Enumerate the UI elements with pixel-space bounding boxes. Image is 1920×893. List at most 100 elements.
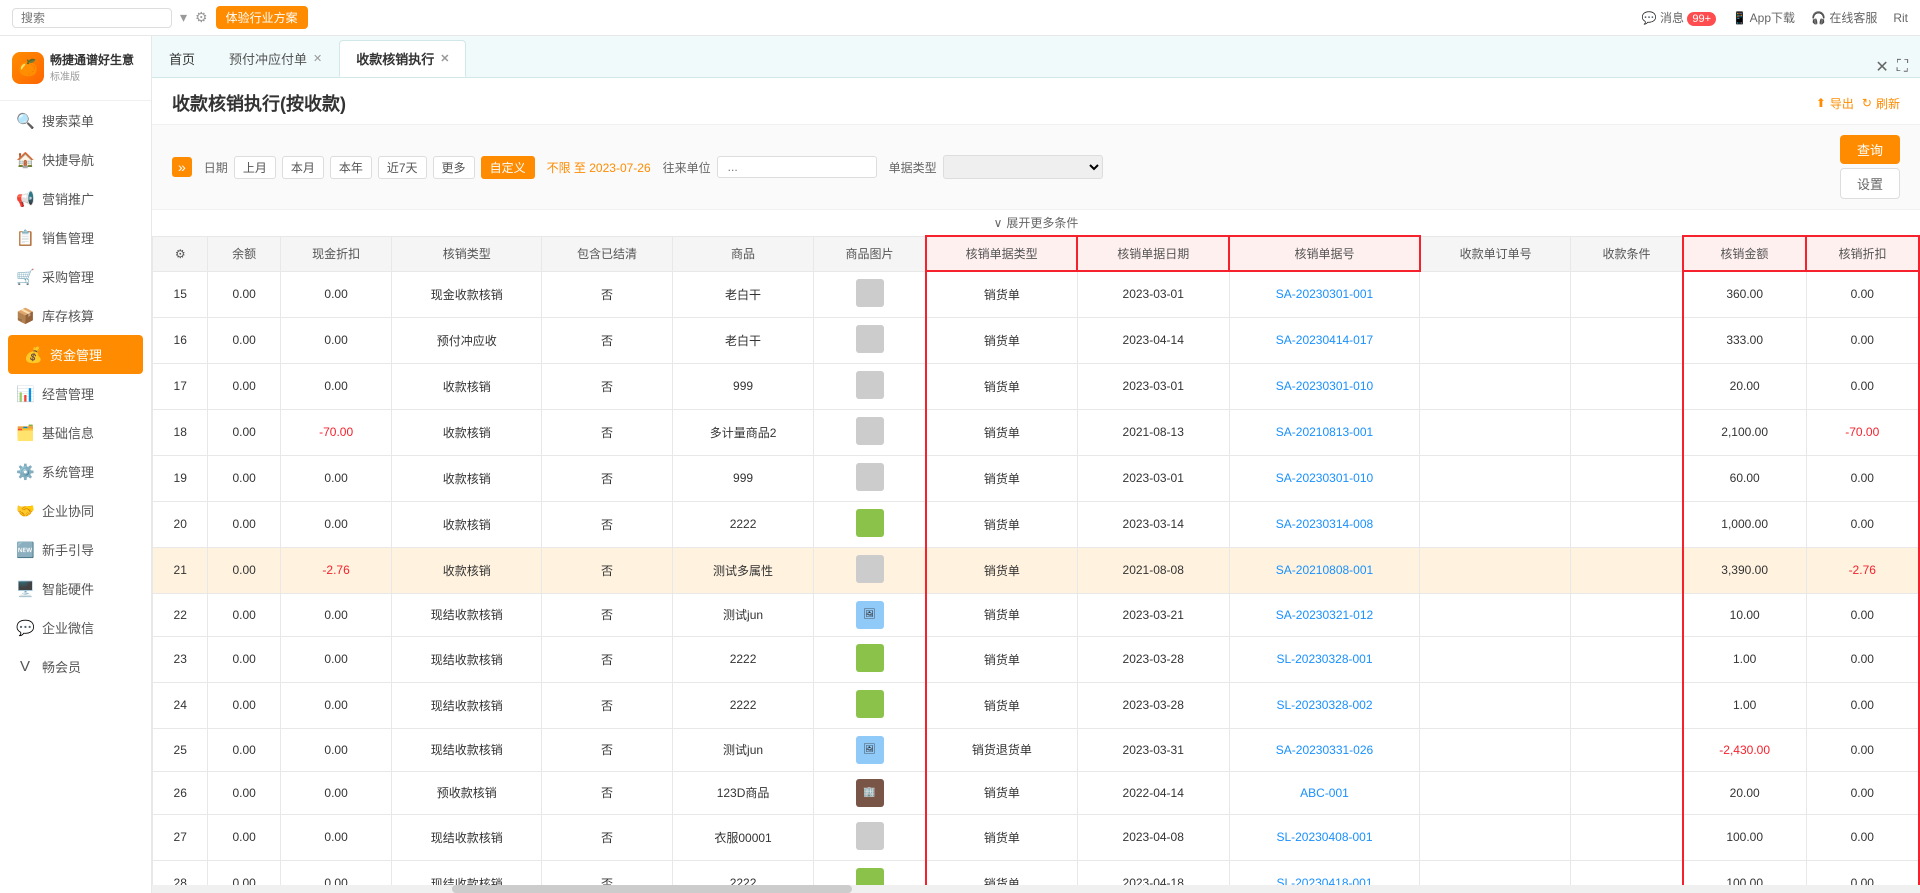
setting-btn[interactable]: 设置 bbox=[1840, 168, 1900, 199]
sidebar-item-wechat[interactable]: 💬 企业微信 bbox=[0, 608, 151, 647]
row-writeoff-type: 收款核销 bbox=[392, 363, 542, 409]
close-window-btn[interactable]: ✕ bbox=[1875, 57, 1888, 77]
row-writeoff-type: 收款核销 bbox=[392, 455, 542, 501]
row-writeoff-amount: 10.00 bbox=[1683, 593, 1806, 636]
date-custom[interactable]: 自定义 bbox=[481, 156, 535, 179]
col-gear[interactable]: ⚙ bbox=[153, 236, 208, 271]
row-writeoff-amount: 1,000.00 bbox=[1683, 501, 1806, 547]
industry-btn[interactable]: 体验行业方案 bbox=[216, 6, 308, 29]
sidebar-item-basic[interactable]: 🗂️ 基础信息 bbox=[0, 413, 151, 452]
date-label: 日期 bbox=[204, 159, 228, 176]
doc-type-select[interactable] bbox=[943, 155, 1103, 179]
sidebar-item-label: 新手引导 bbox=[42, 540, 94, 559]
row-cash-discount: 0.00 bbox=[280, 771, 391, 814]
user-label[interactable]: Rit bbox=[1893, 11, 1908, 25]
export-btn[interactable]: ⬆ 导出 bbox=[1816, 95, 1854, 112]
sidebar-item-label: 企业微信 bbox=[42, 618, 94, 637]
sidebar-item-purchase[interactable]: 🛒 采购管理 bbox=[0, 257, 151, 296]
row-writeoff-no: SA-20230331-026 bbox=[1229, 728, 1420, 771]
row-balance: 0.00 bbox=[208, 455, 281, 501]
finance-icon: 💰 bbox=[24, 346, 42, 364]
sidebar-item-marketing[interactable]: 📢 营销推广 bbox=[0, 179, 151, 218]
row-writeoff-date: 2022-04-14 bbox=[1077, 771, 1229, 814]
row-cash-discount: 0.00 bbox=[280, 636, 391, 682]
sidebar-item-member[interactable]: V 畅会员 bbox=[0, 647, 151, 686]
date-more[interactable]: 更多 bbox=[433, 156, 475, 179]
main-area: 首页 预付冲应付单 ✕ 收款核销执行 ✕ ✕ ⛶ 收款核销执行(按收款) ⬆ 导… bbox=[152, 36, 1920, 893]
sidebar-item-hardware[interactable]: 🖥️ 智能硬件 bbox=[0, 569, 151, 608]
table-row: 20 0.00 0.00 收款核销 否 2222 销货单 2023-03-14 … bbox=[153, 501, 1920, 547]
sidebar-item-guide[interactable]: 🆕 新手引导 bbox=[0, 530, 151, 569]
row-product: 2222 bbox=[672, 501, 813, 547]
app-download-link[interactable]: 📱 App下载 bbox=[1732, 9, 1795, 26]
tab-home[interactable]: 首页 bbox=[152, 40, 212, 77]
scroll-bar[interactable] bbox=[152, 885, 1920, 893]
marketing-icon: 📢 bbox=[16, 190, 34, 208]
sidebar-item-quick[interactable]: 🏠 快捷导航 bbox=[0, 140, 151, 179]
row-writeoff-discount: 0.00 bbox=[1806, 814, 1919, 860]
row-receipt-order-no bbox=[1420, 363, 1571, 409]
partner-input[interactable] bbox=[717, 156, 877, 178]
online-service-link[interactable]: 🎧 在线客服 bbox=[1811, 9, 1877, 26]
row-writeoff-discount: 0.00 bbox=[1806, 317, 1919, 363]
row-product-img bbox=[814, 317, 926, 363]
row-writeoff-no: SA-20210808-001 bbox=[1229, 547, 1420, 593]
row-no: 17 bbox=[153, 363, 208, 409]
message-link[interactable]: 💬 消息 99+ bbox=[1642, 9, 1716, 26]
maximize-btn[interactable]: ⛶ bbox=[1897, 58, 1908, 76]
tab-prepay[interactable]: 预付冲应付单 ✕ bbox=[212, 40, 339, 77]
sidebar-item-sales[interactable]: 📋 销售管理 bbox=[0, 218, 151, 257]
sidebar-item-business[interactable]: 📊 经营管理 bbox=[0, 374, 151, 413]
row-product: 老白干 bbox=[672, 317, 813, 363]
tab-prepay-label: 预付冲应付单 bbox=[229, 49, 307, 68]
date-this-year[interactable]: 本年 bbox=[330, 156, 372, 179]
tab-actions: ✕ ⛶ bbox=[1875, 57, 1920, 77]
row-receipt-order-no bbox=[1420, 636, 1571, 682]
row-no: 21 bbox=[153, 547, 208, 593]
page-header: 收款核销执行(按收款) ⬆ 导出 ↻ 刷新 bbox=[152, 78, 1920, 125]
row-include-settled: 否 bbox=[542, 317, 673, 363]
row-balance: 0.00 bbox=[208, 409, 281, 455]
search-input[interactable] bbox=[12, 8, 172, 28]
filter-doc-type: 单据类型 bbox=[889, 155, 1103, 179]
sidebar-item-search[interactable]: 🔍 搜索菜单 bbox=[0, 101, 151, 140]
row-writeoff-discount: 0.00 bbox=[1806, 636, 1919, 682]
col-cash-discount: 现金折扣 bbox=[280, 236, 391, 271]
date-7days[interactable]: 近7天 bbox=[378, 156, 427, 179]
collapse-btn[interactable]: » bbox=[172, 157, 192, 177]
date-last-month[interactable]: 上月 bbox=[234, 156, 276, 179]
tab-receipt-close[interactable]: ✕ bbox=[440, 52, 449, 65]
query-btn[interactable]: 查询 bbox=[1840, 135, 1900, 164]
filter-partner: 往来单位 bbox=[663, 156, 877, 178]
tab-prepay-close[interactable]: ✕ bbox=[313, 52, 322, 65]
sidebar-item-finance[interactable]: 💰 资金管理 bbox=[8, 335, 143, 374]
sidebar-item-inventory[interactable]: 📦 库存核算 bbox=[0, 296, 151, 335]
sidebar-item-collab[interactable]: 🤝 企业协同 bbox=[0, 491, 151, 530]
collab-icon: 🤝 bbox=[16, 502, 34, 520]
table-row: 26 0.00 0.00 预收款核销 否 123D商品 🏢 销货单 2022-0… bbox=[153, 771, 1920, 814]
row-cash-discount: 0.00 bbox=[280, 501, 391, 547]
row-receipt-condition bbox=[1571, 682, 1683, 728]
sidebar-item-system[interactable]: ⚙️ 系统管理 bbox=[0, 452, 151, 491]
row-writeoff-doc-type: 销货单 bbox=[926, 455, 1078, 501]
row-receipt-condition bbox=[1571, 593, 1683, 636]
tab-receipt[interactable]: 收款核销执行 ✕ bbox=[339, 40, 466, 77]
row-writeoff-doc-type: 销货退货单 bbox=[926, 728, 1078, 771]
row-writeoff-date: 2023-03-01 bbox=[1077, 455, 1229, 501]
tab-bar: 首页 预付冲应付单 ✕ 收款核销执行 ✕ ✕ ⛶ bbox=[152, 36, 1920, 78]
row-writeoff-doc-type: 销货单 bbox=[926, 593, 1078, 636]
table-row: 22 0.00 0.00 现结收款核销 否 测试jun 🖼 销货单 2023-0… bbox=[153, 593, 1920, 636]
row-receipt-condition bbox=[1571, 547, 1683, 593]
dropdown-icon[interactable]: ▾ bbox=[180, 9, 187, 26]
settings-icon[interactable]: ⚙ bbox=[195, 9, 208, 26]
row-writeoff-type: 收款核销 bbox=[392, 547, 542, 593]
col-product: 商品 bbox=[672, 236, 813, 271]
col-writeoff-discount: 核销折扣 bbox=[1806, 236, 1919, 271]
expand-more-btn[interactable]: ∨ 展开更多条件 bbox=[994, 214, 1079, 231]
date-this-month[interactable]: 本月 bbox=[282, 156, 324, 179]
row-writeoff-doc-type: 销货单 bbox=[926, 317, 1078, 363]
filter-bar: » 日期 上月 本月 本年 近7天 更多 自定义 不限 至 2023-07-26… bbox=[152, 125, 1920, 210]
refresh-btn[interactable]: ↻ 刷新 bbox=[1862, 95, 1900, 112]
scroll-thumb[interactable] bbox=[452, 885, 852, 893]
row-writeoff-doc-type: 销货单 bbox=[926, 771, 1078, 814]
